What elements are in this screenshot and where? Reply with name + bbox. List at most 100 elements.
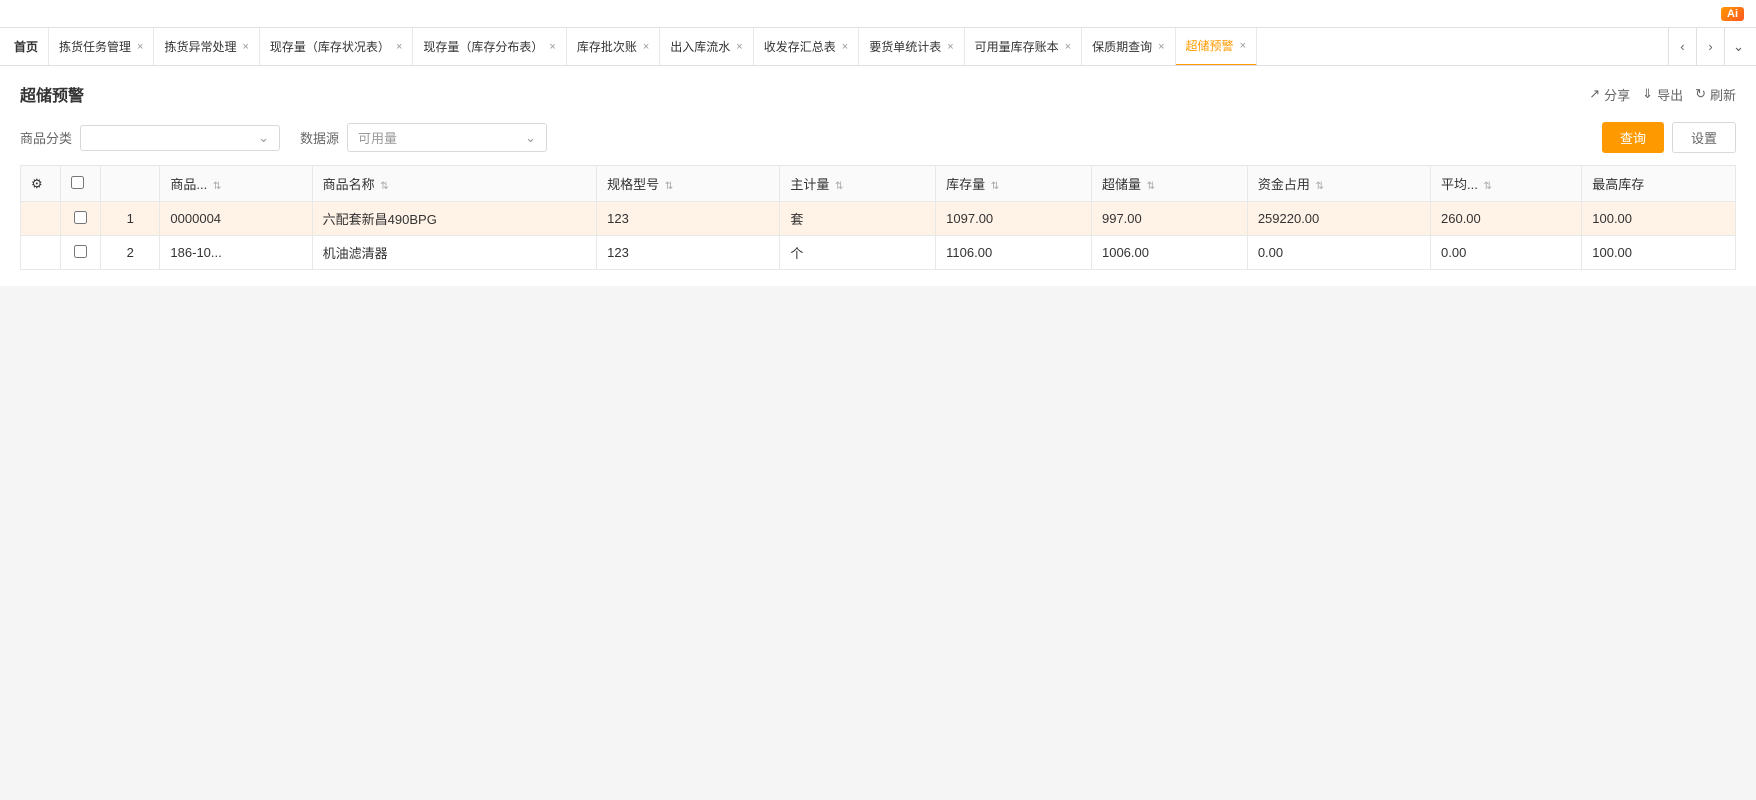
row-average-1: 0.00: [1431, 236, 1582, 270]
top-bar: Ai: [0, 0, 1756, 28]
share-button[interactable]: ↗ 分享: [1589, 85, 1630, 104]
col-product-name[interactable]: 商品名称 ⇅: [312, 166, 596, 202]
col-overstorage[interactable]: 超储量 ⇅: [1091, 166, 1247, 202]
row-maxinventory-0: 100.00: [1582, 202, 1736, 236]
category-filter-group: 商品分类 ⌄: [20, 125, 280, 151]
tab-churukuliushui[interactable]: 出入库流水 ×: [660, 28, 753, 66]
col-inventory[interactable]: 库存量 ⇅: [936, 166, 1092, 202]
row-productname-1: 机油滤清器: [312, 236, 596, 270]
sort-icon-overstorage: ⇅: [1147, 181, 1155, 192]
data-table: ⚙ 商品... ⇅ 商品名称 ⇅ 规格型号 ⇅: [20, 165, 1736, 270]
tab-close-5[interactable]: ×: [643, 41, 649, 53]
row-settings-1: [21, 236, 61, 270]
tab-close-4[interactable]: ×: [549, 41, 555, 53]
row-productname-0: 六配套新昌490BPG: [312, 202, 596, 236]
row-maxinventory-1: 100.00: [1582, 236, 1736, 270]
query-button[interactable]: 查询: [1602, 122, 1664, 153]
ai-badge: Ai: [1721, 7, 1744, 21]
settings-button[interactable]: 设置: [1672, 122, 1736, 153]
tab-xiancunliang-kuchangzt[interactable]: 现存量（库存状况表） ×: [260, 28, 413, 66]
tab-close-11[interactable]: ×: [1240, 40, 1246, 52]
nav-menu-button[interactable]: ⌄: [1724, 28, 1752, 66]
col-average[interactable]: 平均... ⇅: [1431, 166, 1582, 202]
tab-chaochuyujing[interactable]: 超储预警 ×: [1176, 28, 1257, 66]
ai-button[interactable]: Ai: [1721, 7, 1744, 21]
row-checkbox-0[interactable]: [74, 211, 87, 224]
refresh-icon: ↻: [1695, 86, 1706, 102]
filter-row: 商品分类 ⌄ 数据源 可用量 ⌄ 查询 设置: [20, 122, 1736, 153]
row-spec-0: 123: [597, 202, 780, 236]
tab-close-9[interactable]: ×: [1065, 41, 1071, 53]
category-select[interactable]: ⌄: [80, 125, 280, 151]
settings-icon: ⚙: [31, 176, 43, 191]
col-product-code[interactable]: 商品... ⇅: [160, 166, 312, 202]
sort-icon-average: ⇅: [1483, 181, 1491, 192]
tab-jianhuorenwuguanli[interactable]: 拣货任务管理 ×: [49, 28, 154, 66]
row-checkbox-1[interactable]: [74, 245, 87, 258]
tab-close-3[interactable]: ×: [396, 41, 402, 53]
tab-close-10[interactable]: ×: [1158, 41, 1164, 53]
sort-icon-productname: ⇅: [380, 181, 388, 192]
sort-icon-inventory: ⇅: [991, 181, 999, 192]
tab-keyongliang[interactable]: 可用量库存账本 ×: [965, 28, 1082, 66]
header-actions: ↗ 分享 ⇓ 导出 ↻ 刷新: [1589, 85, 1736, 104]
page-content: 超储预警 ↗ 分享 ⇓ 导出 ↻ 刷新 商品分类 ⌄ 数据源: [0, 66, 1756, 286]
tab-kucunpicizh[interactable]: 库存批次账 ×: [567, 28, 660, 66]
sort-icon-capital: ⇅: [1315, 181, 1323, 192]
row-spec-1: 123: [597, 236, 780, 270]
col-maxinventory[interactable]: 最高库存: [1582, 166, 1736, 202]
table-row: 2 186-10... 机油滤清器 123 个 1106.00 1006.00 …: [21, 236, 1736, 270]
refresh-button[interactable]: ↻ 刷新: [1695, 85, 1736, 104]
row-inventory-1: 1106.00: [936, 236, 1092, 270]
datasource-filter-group: 数据源 可用量 ⌄: [300, 123, 547, 152]
row-check-1[interactable]: [61, 236, 101, 270]
datasource-dropdown-icon: ⌄: [525, 130, 536, 146]
export-button[interactable]: ⇓ 导出: [1642, 85, 1683, 104]
row-unit-1: 个: [780, 236, 936, 270]
category-dropdown-icon: ⌄: [258, 130, 269, 146]
tab-close-6[interactable]: ×: [736, 41, 742, 53]
row-check-0[interactable]: [61, 202, 101, 236]
row-overstorage-0: 997.00: [1091, 202, 1247, 236]
nav-prev-button[interactable]: ‹: [1668, 28, 1696, 66]
datasource-select-value: 可用量: [358, 128, 397, 147]
tab-baozhiqi[interactable]: 保质期查询 ×: [1082, 28, 1175, 66]
col-settings[interactable]: ⚙: [21, 166, 61, 202]
row-overstorage-1: 1006.00: [1091, 236, 1247, 270]
tab-close-7[interactable]: ×: [842, 41, 848, 53]
nav-arrow-group: ‹ › ⌄: [1668, 28, 1752, 66]
nav-next-button[interactable]: ›: [1696, 28, 1724, 66]
table-row: 1 0000004 六配套新昌490BPG 123 套 1097.00 997.…: [21, 202, 1736, 236]
row-average-0: 260.00: [1431, 202, 1582, 236]
col-spec[interactable]: 规格型号 ⇅: [597, 166, 780, 202]
table-body: 1 0000004 六配套新昌490BPG 123 套 1097.00 997.…: [21, 202, 1736, 270]
tab-close-8[interactable]: ×: [947, 41, 953, 53]
share-icon: ↗: [1589, 86, 1600, 102]
row-capital-0: 259220.00: [1247, 202, 1430, 236]
col-unit[interactable]: 主计量 ⇅: [780, 166, 936, 202]
tab-close-1[interactable]: ×: [137, 41, 143, 53]
tab-jianhuo-yichang[interactable]: 拣货异常处理 ×: [154, 28, 259, 66]
row-productcode-0: 0000004: [160, 202, 312, 236]
nav-home[interactable]: 首页: [4, 28, 49, 66]
datasource-select[interactable]: 可用量 ⌄: [347, 123, 547, 152]
page-title: 超储预警: [20, 82, 84, 106]
tab-shoufacun[interactable]: 收发存汇总表 ×: [754, 28, 859, 66]
action-buttons: 查询 设置: [1602, 122, 1736, 153]
select-all-checkbox[interactable]: [71, 176, 84, 189]
row-productcode-1: 186-10...: [160, 236, 312, 270]
tab-yaohuo[interactable]: 要货单统计表 ×: [859, 28, 964, 66]
page-header: 超储预警 ↗ 分享 ⇓ 导出 ↻ 刷新: [20, 82, 1736, 106]
row-unit-0: 套: [780, 202, 936, 236]
export-icon: ⇓: [1642, 86, 1653, 102]
row-inventory-0: 1097.00: [936, 202, 1092, 236]
table-header-row: ⚙ 商品... ⇅ 商品名称 ⇅ 规格型号 ⇅: [21, 166, 1736, 202]
col-capital[interactable]: 资金占用 ⇅: [1247, 166, 1430, 202]
col-rownum: [101, 166, 160, 202]
tab-xiancunliang-fenbiao[interactable]: 现存量（库存分布表） ×: [413, 28, 566, 66]
row-num-0: 1: [101, 202, 160, 236]
datasource-label: 数据源: [300, 128, 339, 147]
nav-tabs: 首页 拣货任务管理 × 拣货异常处理 × 现存量（库存状况表） × 现存量（库存…: [0, 28, 1756, 66]
tab-close-2[interactable]: ×: [242, 41, 248, 53]
category-label: 商品分类: [20, 128, 72, 147]
